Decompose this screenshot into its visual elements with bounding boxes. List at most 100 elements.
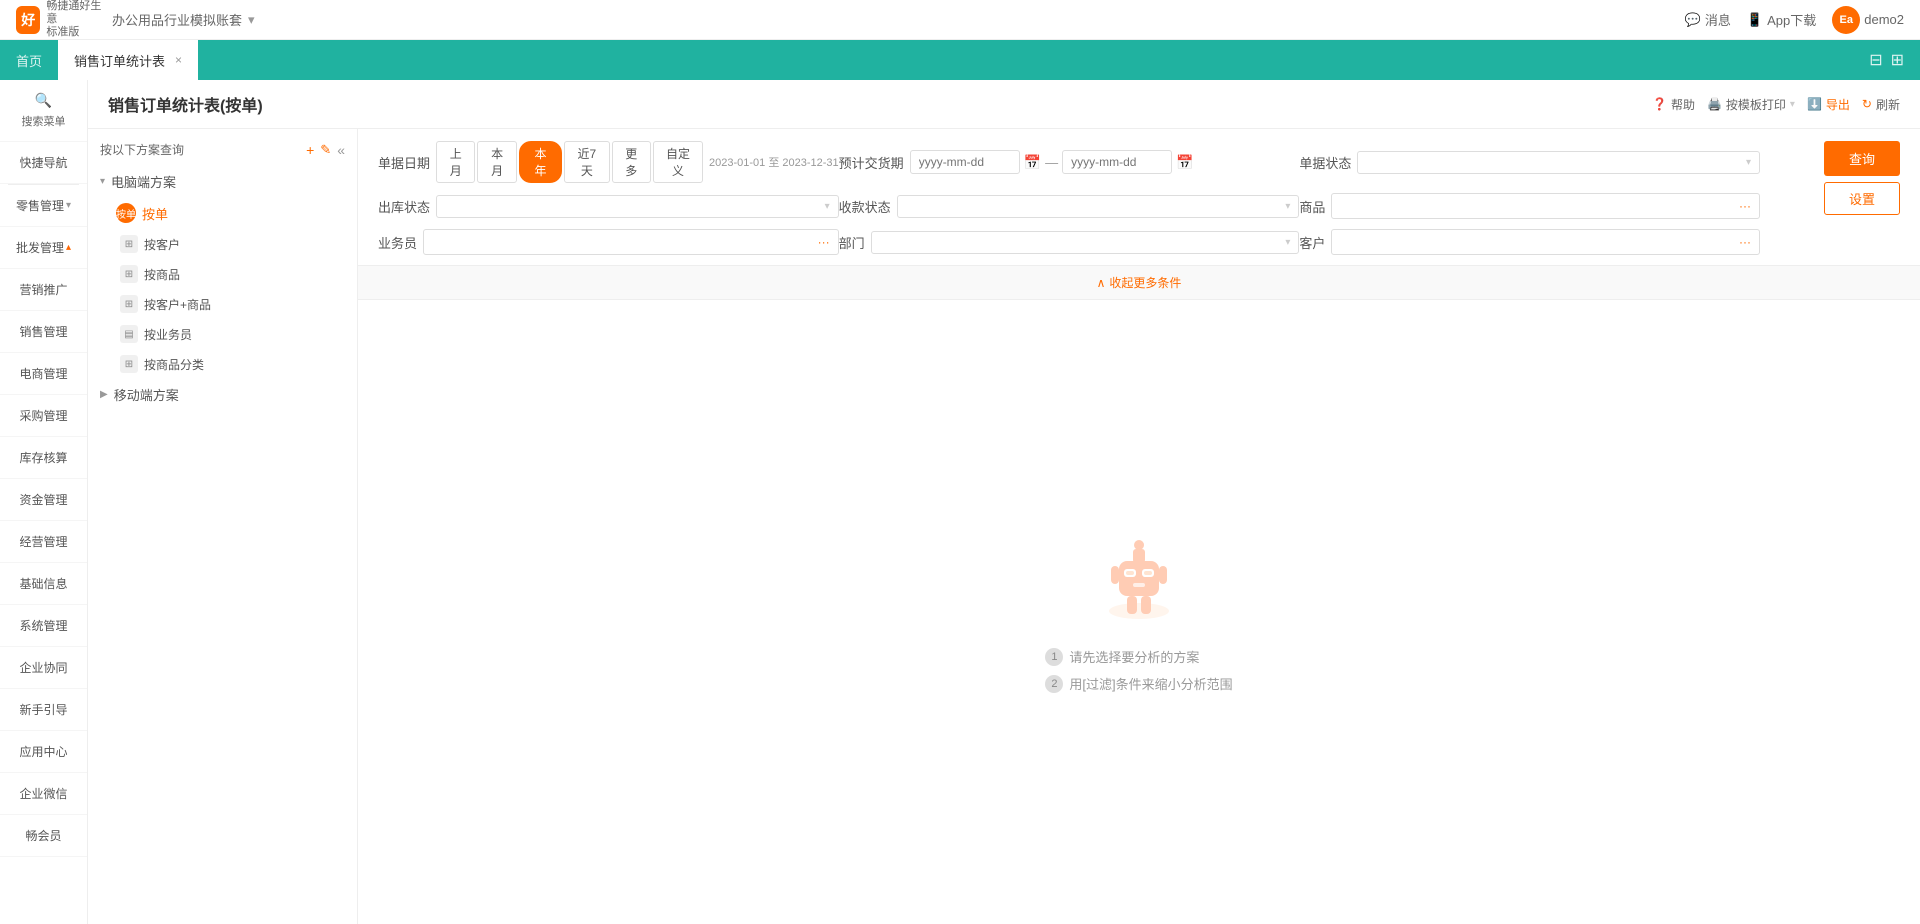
page-area: 销售订单统计表(按单) ❓ 帮助 🖨️ 按模板打印 ▾ ⬇️ 导出 ↻ 刷新 xyxy=(88,80,1920,924)
export-icon: ⬇️ xyxy=(1807,97,1822,111)
retail-arrow-icon: ▾ xyxy=(66,200,71,211)
filter-date-col: 单据日期 上月 本月 本年 近7天 更多 自定义 2023-01-01 至 20… xyxy=(378,141,839,183)
filter-row-2: 出库状态 ▾ 收款状态 ▾ xyxy=(378,193,1760,219)
product-select[interactable]: ··· xyxy=(1331,193,1760,219)
sidebar-item-enterprise[interactable]: 企业协同 xyxy=(0,647,87,689)
sidebar-item-ecom[interactable]: 电商管理 xyxy=(0,353,87,395)
wholesale-arrow-icon: ▴ xyxy=(66,242,71,253)
breadcrumb-dropdown-icon[interactable]: ▾ xyxy=(248,12,255,28)
tree-item-by-category[interactable]: ⊞ 按商品分类 xyxy=(88,349,357,379)
payment-status-label: 收款状态 xyxy=(839,197,891,216)
user-area[interactable]: Ea demo2 xyxy=(1832,6,1904,34)
expected-date-label: 预计交货期 xyxy=(839,153,904,172)
sidebar-item-finance[interactable]: 资金管理 xyxy=(0,479,87,521)
sidebar-item-system[interactable]: 系统管理 xyxy=(0,605,87,647)
sidebar-item-purchase[interactable]: 采购管理 xyxy=(0,395,87,437)
payment-chevron-icon: ▾ xyxy=(1285,201,1290,212)
filter-expected-date-col: 预计交货期 📅 — 📅 xyxy=(839,150,1300,174)
sidebar-item-sales[interactable]: 销售管理 xyxy=(0,311,87,353)
status-select[interactable]: ▾ xyxy=(1357,151,1760,174)
payment-status-select[interactable]: ▾ xyxy=(897,195,1300,218)
pc-group-label: 电脑端方案 xyxy=(111,172,176,191)
sidebar-item-purchase-label: 采购管理 xyxy=(19,407,67,424)
ship-chevron-icon: ▾ xyxy=(825,201,830,212)
tab-sales-order[interactable]: 销售订单统计表 × xyxy=(58,40,198,80)
customer-more-icon: ··· xyxy=(1739,235,1751,249)
collapse-panel-icon[interactable]: « xyxy=(337,142,345,158)
dept-select[interactable]: ▾ xyxy=(871,231,1300,254)
ship-status-label: 出库状态 xyxy=(378,197,430,216)
logo-text: 畅捷通好生意 标准版 xyxy=(46,0,104,39)
avatar: Ea xyxy=(1832,6,1860,34)
tree-item-by-single[interactable]: 按单 按单 xyxy=(88,197,357,229)
help-icon: ❓ xyxy=(1652,97,1667,111)
tab-home-label: 首页 xyxy=(16,51,42,70)
print-dropdown-icon: ▾ xyxy=(1790,99,1795,110)
sidebar-item-member[interactable]: 畅会员 xyxy=(0,815,87,857)
setting-button[interactable]: 设置 xyxy=(1824,182,1900,215)
sidebar-item-operation[interactable]: 经营管理 xyxy=(0,521,87,563)
expected-date-start-input[interactable] xyxy=(910,150,1020,174)
date-btn-7days[interactable]: 近7天 xyxy=(564,141,609,183)
pc-group-header[interactable]: ▾ 电脑端方案 xyxy=(88,166,357,197)
sidebar-item-weixin[interactable]: 企业微信 xyxy=(0,773,87,815)
date-btn-last-month[interactable]: 上月 xyxy=(436,141,475,183)
tab-minimize-icon[interactable]: ⊟ xyxy=(1869,50,1882,70)
main-content: 🔍 搜索菜单 快捷导航 零售管理 ▾ 批发管理 ▴ 营销推广 销售管理 电商管理… xyxy=(0,80,1920,924)
mobile-group-header[interactable]: ▶ 移动端方案 xyxy=(88,379,357,410)
sidebar-item-inventory[interactable]: 库存核算 xyxy=(0,437,87,479)
filter-status-col: 单据状态 ▾ xyxy=(1299,151,1760,174)
query-button[interactable]: 查询 xyxy=(1824,141,1900,176)
sidebar-item-finance-label: 资金管理 xyxy=(19,491,67,508)
ship-status-select[interactable]: ▾ xyxy=(436,195,839,218)
customer-label: 客户 xyxy=(1299,233,1325,252)
product-label: 商品 xyxy=(1299,197,1325,216)
dept-label: 部门 xyxy=(839,233,865,252)
refresh-button[interactable]: ↻ 刷新 xyxy=(1862,96,1900,113)
date-btn-group: 上月 本月 本年 近7天 更多 自定义 xyxy=(436,141,703,183)
salesman-more-icon: ··· xyxy=(818,235,830,249)
sidebar-item-guide[interactable]: 新手引导 xyxy=(0,689,87,731)
sidebar-item-wholesale-label: 批发管理 xyxy=(16,239,64,256)
help-button[interactable]: ❓ 帮助 xyxy=(1652,96,1695,113)
sidebar-item-wholesale[interactable]: 批发管理 ▴ xyxy=(0,227,87,269)
sidebar-search[interactable]: 🔍 搜索菜单 xyxy=(0,80,87,142)
tab-maximize-icon[interactable]: ⊞ xyxy=(1891,50,1904,70)
message-button[interactable]: 💬 消息 xyxy=(1685,10,1731,29)
sidebar-item-basic[interactable]: 基础信息 xyxy=(0,563,87,605)
salesman-select[interactable]: ··· xyxy=(423,229,839,255)
tree-item-by-product[interactable]: ⊞ 按商品 xyxy=(88,259,357,289)
customer-select[interactable]: ··· xyxy=(1331,229,1760,255)
tip-num-1: 1 xyxy=(1045,648,1063,666)
sidebar-item-sales-label: 销售管理 xyxy=(19,323,67,340)
page-title: 销售订单统计表(按单) xyxy=(108,92,263,116)
filter-customer-col: 客户 ··· xyxy=(1299,229,1760,255)
add-scheme-icon[interactable]: + xyxy=(306,142,314,158)
sidebar-item-marketing[interactable]: 营销推广 xyxy=(0,269,87,311)
tree-item-by-salesman[interactable]: ▤ 按业务员 xyxy=(88,319,357,349)
expected-date-end-input[interactable] xyxy=(1062,150,1172,174)
sidebar-item-appcenter[interactable]: 应用中心 xyxy=(0,731,87,773)
template-print-button[interactable]: 🖨️ 按模板打印 ▾ xyxy=(1707,96,1795,113)
tab-home[interactable]: 首页 xyxy=(0,40,58,80)
date-label: 单据日期 xyxy=(378,153,430,172)
export-button[interactable]: ⬇️ 导出 xyxy=(1807,96,1850,113)
edit-scheme-icon[interactable]: ✎ xyxy=(320,142,331,158)
dept-chevron-icon: ▾ xyxy=(1285,237,1290,248)
date-btn-this-month[interactable]: 本月 xyxy=(477,141,516,183)
collapse-more-btn[interactable]: ∧ 收起更多条件 xyxy=(358,265,1920,299)
sidebar-quick-nav[interactable]: 快捷导航 xyxy=(0,142,87,184)
sidebar-quicknav-label: 快捷导航 xyxy=(19,154,67,171)
app-download-button[interactable]: 📱 App下载 xyxy=(1747,10,1816,29)
date-btn-this-year[interactable]: 本年 xyxy=(519,141,562,183)
product-more-icon: ··· xyxy=(1739,199,1751,213)
search-icon: 🔍 xyxy=(35,92,52,109)
nav-tabs: 首页 销售订单统计表 × ⊟ ⊞ xyxy=(0,40,1920,80)
sidebar-item-retail[interactable]: 零售管理 ▾ xyxy=(0,185,87,227)
collapse-btn-label: 收起更多条件 xyxy=(1109,274,1181,291)
date-btn-more[interactable]: 更多 xyxy=(612,141,651,183)
tree-item-by-customer[interactable]: ⊞ 按客户 xyxy=(88,229,357,259)
tree-item-by-cust-prod[interactable]: ⊞ 按客户+商品 xyxy=(88,289,357,319)
tab-close-icon[interactable]: × xyxy=(175,53,182,67)
date-btn-custom[interactable]: 自定义 xyxy=(653,141,703,183)
